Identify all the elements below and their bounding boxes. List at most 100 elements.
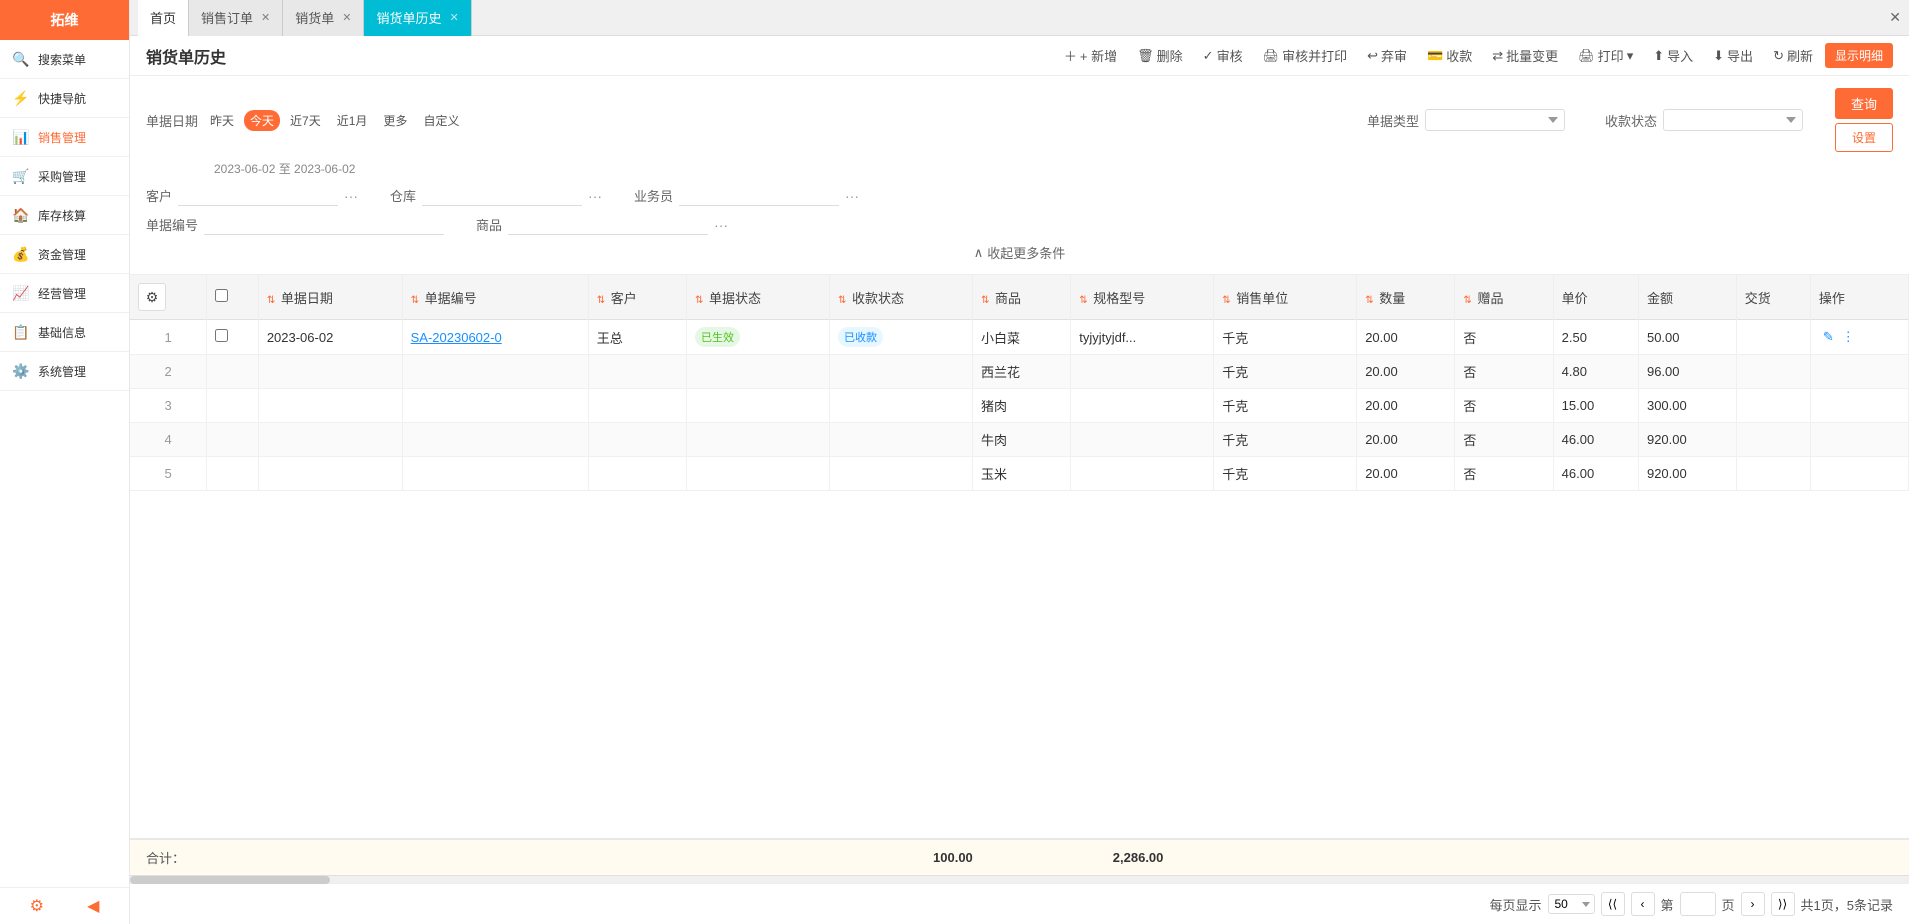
select-all-checkbox[interactable]	[215, 289, 228, 302]
row-checkbox-cell[interactable]	[207, 320, 259, 355]
row-price-cell: 15.00	[1553, 389, 1638, 423]
warehouse-ellipsis[interactable]: ···	[588, 188, 602, 204]
business-ellipsis[interactable]: ···	[845, 188, 859, 204]
row-checkbox-cell[interactable]	[207, 457, 259, 491]
tab-sales-delivery-close[interactable]: ✕	[342, 11, 351, 24]
row-checkbox-cell[interactable]	[207, 389, 259, 423]
new-button[interactable]: ＋ + 新增	[1056, 42, 1125, 69]
col-doc-no[interactable]: ⇅ 单据编号	[402, 275, 588, 320]
sidebar-item-operations[interactable]: 📈 经营管理	[0, 274, 129, 313]
sidebar-item-label: 经营管理	[38, 285, 86, 302]
row-doc-no-cell	[402, 457, 588, 491]
prev-page-button[interactable]: ‹	[1631, 892, 1655, 916]
setting-button[interactable]: 设置	[1835, 123, 1893, 152]
tab-home[interactable]: 首页	[138, 0, 189, 36]
doc-type-select[interactable]	[1425, 109, 1565, 131]
show-detail-button[interactable]: 显示明细	[1825, 43, 1893, 68]
abandon-button[interactable]: ↩ 弃审	[1359, 42, 1415, 69]
delete-button[interactable]: 🗑 删除	[1129, 42, 1191, 69]
table-container: ⚙ ⇅ 单据日期 ⇅ 单据编号	[130, 275, 1909, 838]
sidebar-settings-icon[interactable]: ⚙	[30, 896, 44, 916]
row-doc-status-cell: 已生效	[686, 320, 829, 355]
sidebar-item-inventory[interactable]: 🏠 库存核算	[0, 196, 129, 235]
product-ellipsis[interactable]: ···	[714, 217, 728, 233]
date-tag-more[interactable]: 更多	[377, 110, 413, 131]
table-row: 3猪肉千克20.00否15.00300.00	[130, 389, 1909, 423]
tab-sales-order-close[interactable]: ✕	[261, 11, 270, 24]
col-product[interactable]: ⇅ 商品	[972, 275, 1070, 320]
sidebar-item-label: 销售管理	[38, 129, 86, 146]
date-tag-yesterday[interactable]: 昨天	[204, 110, 240, 131]
sort-icon-quantity: ⇅	[1365, 295, 1373, 306]
warehouse-input[interactable]	[422, 185, 582, 206]
row-more-button[interactable]: ⋮	[1842, 329, 1855, 344]
first-page-button[interactable]: ⟨⟨	[1601, 892, 1625, 916]
review-print-button[interactable]: 🖨 审核并打印	[1255, 42, 1356, 69]
doc-number-input[interactable]	[204, 214, 444, 235]
sidebar-item-sales-mgmt[interactable]: 📊 销售管理	[0, 118, 129, 157]
print-icon: 🖨	[1578, 48, 1595, 64]
sort-icon-payment-status: ⇅	[838, 295, 846, 306]
row-doc-no-cell[interactable]: SA-20230602-0	[402, 320, 588, 355]
print-button[interactable]: 🖨 打印 ▾	[1570, 42, 1641, 69]
batch-change-button[interactable]: ⇄ 批量变更	[1484, 42, 1566, 69]
row-spec-cell	[1071, 457, 1214, 491]
col-quantity[interactable]: ⇅ 数量	[1357, 275, 1455, 320]
customer-input[interactable]	[178, 185, 338, 206]
table-settings-gear[interactable]: ⚙	[138, 283, 166, 311]
collect-button[interactable]: 💳 收款	[1419, 42, 1480, 69]
page-number-input[interactable]: 1	[1680, 892, 1716, 916]
row-checkbox[interactable]	[215, 329, 228, 342]
date-tag-today[interactable]: 今天	[244, 110, 280, 131]
import-button[interactable]: ⬆ 导入	[1645, 42, 1701, 69]
sidebar-item-sys-mgmt[interactable]: ⚙️ 系统管理	[0, 352, 129, 391]
customer-ellipsis[interactable]: ···	[344, 188, 358, 204]
sidebar-item-label: 基础信息	[38, 324, 86, 341]
collapse-filter-button[interactable]: ∧ 收起更多条件	[146, 243, 1893, 262]
col-date[interactable]: ⇅ 单据日期	[258, 275, 402, 320]
doc-no-link[interactable]: SA-20230602-0	[411, 330, 502, 345]
business-input[interactable]	[679, 185, 839, 206]
date-tag-1month[interactable]: 近1月	[331, 110, 374, 131]
row-edit-button[interactable]: ✎	[1823, 329, 1834, 344]
page-size-select[interactable]: 50 100	[1548, 894, 1595, 914]
sidebar-item-label: 库存核算	[38, 207, 86, 224]
tab-sales-delivery[interactable]: 销货单 ✕	[283, 0, 364, 36]
sidebar-item-quick-nav[interactable]: ⚡ 快捷导航	[0, 79, 129, 118]
last-page-button[interactable]: ⟩⟩	[1771, 892, 1795, 916]
row-action-cell	[1810, 355, 1908, 389]
tab-sales-order[interactable]: 销售订单 ✕	[189, 0, 283, 36]
sidebar-item-base-info[interactable]: 📋 基础信息	[0, 313, 129, 352]
sidebar-item-finance[interactable]: 💰 资金管理	[0, 235, 129, 274]
query-button[interactable]: 查询	[1835, 88, 1893, 119]
close-all-tabs[interactable]: ✕	[1889, 9, 1901, 26]
row-doc-no-cell	[402, 389, 588, 423]
product-input[interactable]	[508, 214, 708, 235]
refresh-button[interactable]: ↻ 刷新	[1765, 42, 1821, 69]
col-doc-status[interactable]: ⇅ 单据状态	[686, 275, 829, 320]
sidebar-collapse-icon[interactable]: ◀	[87, 896, 99, 916]
export-button[interactable]: ⬇ 导出	[1705, 42, 1761, 69]
col-spec[interactable]: ⇅ 规格型号	[1071, 275, 1214, 320]
row-checkbox-cell[interactable]	[207, 423, 259, 457]
tab-sales-history-close[interactable]: ✕	[450, 11, 459, 24]
col-customer[interactable]: ⇅ 客户	[588, 275, 686, 320]
row-checkbox-cell[interactable]	[207, 355, 259, 389]
scrollbar-thumb[interactable]	[130, 876, 330, 884]
date-tag-custom[interactable]: 自定义	[417, 110, 465, 131]
col-unit[interactable]: ⇅ 销售单位	[1214, 275, 1357, 320]
col-payment-status[interactable]: ⇅ 收款状态	[829, 275, 972, 320]
col-checkbox[interactable]	[207, 275, 259, 320]
review-button[interactable]: ✓ 审核	[1195, 42, 1251, 69]
payment-status-select[interactable]	[1663, 109, 1803, 131]
sidebar-item-search-menu[interactable]: 🔍 搜索菜单	[0, 40, 129, 79]
row-action-cell	[1810, 389, 1908, 423]
horizontal-scrollbar[interactable]	[130, 875, 1909, 883]
tab-sales-history[interactable]: 销货单历史 ✕	[364, 0, 471, 36]
next-page-button[interactable]: ›	[1741, 892, 1765, 916]
date-tag-7days[interactable]: 近7天	[284, 110, 327, 131]
col-settings[interactable]: ⚙	[130, 275, 207, 320]
business-label: 业务员	[634, 186, 673, 205]
col-gift[interactable]: ⇅ 赠品	[1455, 275, 1553, 320]
sidebar-item-purchase-mgmt[interactable]: 🛒 采购管理	[0, 157, 129, 196]
